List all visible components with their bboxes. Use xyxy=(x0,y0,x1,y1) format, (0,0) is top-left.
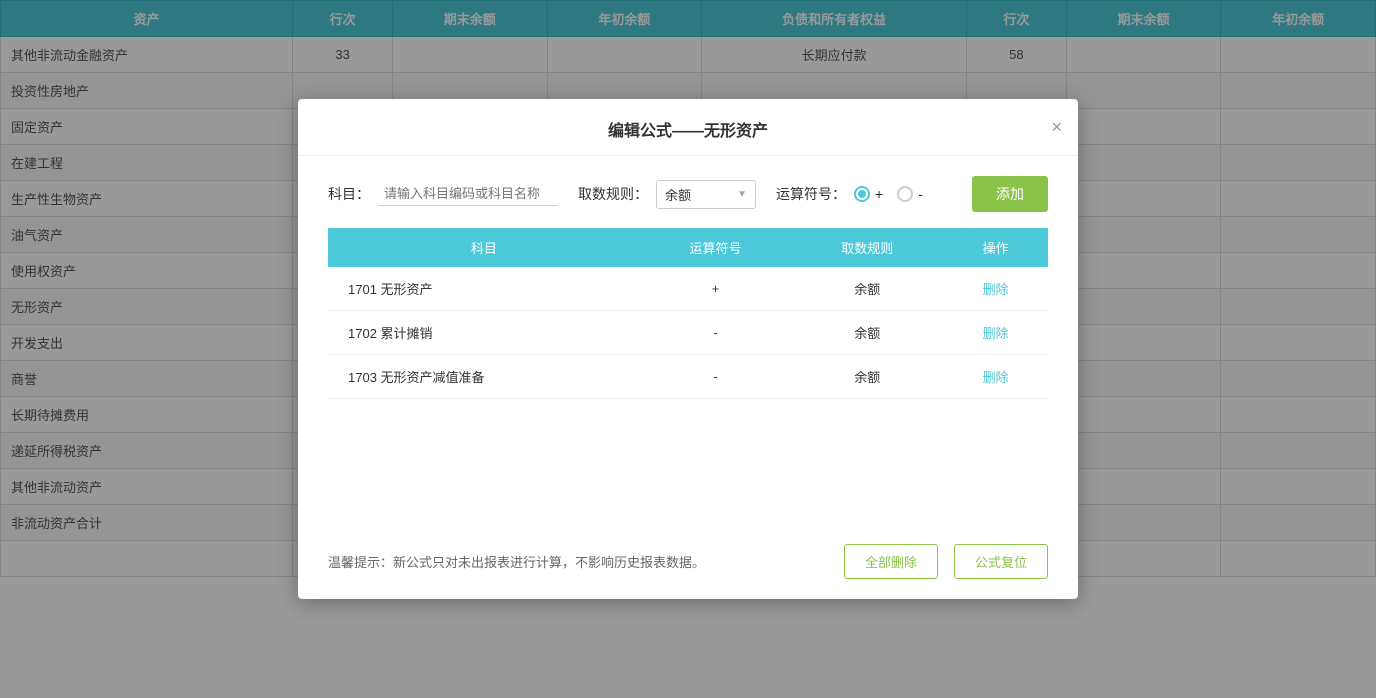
modal-table-wrapper: 科目 运算符号 取数规则 操作 1701 无形资产 + 余额 删除 1702 累… xyxy=(298,228,1078,514)
modal-close-button[interactable]: × xyxy=(1051,118,1062,136)
table-row: 1703 无形资产减值准备 - 余额 删除 xyxy=(328,355,1048,399)
modal-footer: 温馨提示：新公式只对未出报表进行计算，不影响历史报表数据。 全部删除 公式复位 xyxy=(298,524,1078,599)
rule-select[interactable]: 余额 ▼ xyxy=(656,180,756,209)
row-subject-0: 1701 无形资产 xyxy=(328,267,640,311)
operator-radio-group: + - xyxy=(854,186,923,202)
radio-minus-label: - xyxy=(918,186,923,202)
rule-select-value: 余额 xyxy=(665,185,731,204)
table-row: 1701 无形资产 + 余额 删除 xyxy=(328,267,1048,311)
delete-button-2[interactable]: 删除 xyxy=(983,370,1009,385)
col-header-rule: 取数规则 xyxy=(791,228,943,267)
modal-header: 编辑公式——无形资产 × xyxy=(298,99,1078,156)
col-header-operator: 运算符号 xyxy=(640,228,792,267)
radio-plus-circle xyxy=(854,186,870,202)
row-subject-2: 1703 无形资产减值准备 xyxy=(328,355,640,399)
delete-all-button[interactable]: 全部删除 xyxy=(844,544,938,579)
modal-dialog: 编辑公式——无形资产 × 科目： 取数规则： 余额 ▼ 运算符号： xyxy=(298,99,1078,599)
row-operator-0: + xyxy=(640,267,792,311)
subject-group: 科目： xyxy=(328,182,558,206)
row-operator-1: - xyxy=(640,311,792,355)
col-header-subject: 科目 xyxy=(328,228,640,267)
formula-table: 科目 运算符号 取数规则 操作 1701 无形资产 + 余额 删除 1702 累… xyxy=(328,228,1048,399)
delete-button-1[interactable]: 删除 xyxy=(983,326,1009,341)
table-row: 1702 累计摊销 - 余额 删除 xyxy=(328,311,1048,355)
row-rule-0: 余额 xyxy=(791,267,943,311)
modal-title: 编辑公式——无形资产 xyxy=(608,123,768,140)
modal-overlay: 编辑公式——无形资产 × 科目： 取数规则： 余额 ▼ 运算符号： xyxy=(0,0,1376,698)
footer-buttons: 全部删除 公式复位 xyxy=(844,544,1048,579)
radio-plus[interactable]: + xyxy=(854,186,883,202)
subject-input[interactable] xyxy=(378,182,558,206)
row-subject-1: 1702 累计摊销 xyxy=(328,311,640,355)
row-rule-1: 余额 xyxy=(791,311,943,355)
dropdown-arrow-icon: ▼ xyxy=(737,189,747,200)
footer-tip-text: 温馨提示：新公式只对未出报表进行计算，不影响历史报表数据。 xyxy=(328,552,705,571)
radio-minus[interactable]: - xyxy=(897,186,923,202)
radio-minus-circle xyxy=(897,186,913,202)
rule-label: 取数规则： xyxy=(578,184,648,204)
delete-button-0[interactable]: 删除 xyxy=(983,282,1009,297)
table-header-row: 科目 运算符号 取数规则 操作 xyxy=(328,228,1048,267)
add-button[interactable]: 添加 xyxy=(972,176,1048,212)
rule-group: 取数规则： 余额 ▼ xyxy=(578,180,756,209)
operator-group: 运算符号： + - xyxy=(776,184,923,204)
row-rule-2: 余额 xyxy=(791,355,943,399)
subject-label: 科目： xyxy=(328,184,370,204)
modal-form-row: 科目： 取数规则： 余额 ▼ 运算符号： + xyxy=(298,156,1078,228)
operator-label: 运算符号： xyxy=(776,184,846,204)
col-header-action: 操作 xyxy=(943,228,1048,267)
row-operator-2: - xyxy=(640,355,792,399)
radio-plus-label: + xyxy=(875,186,883,202)
reset-formula-button[interactable]: 公式复位 xyxy=(954,544,1048,579)
